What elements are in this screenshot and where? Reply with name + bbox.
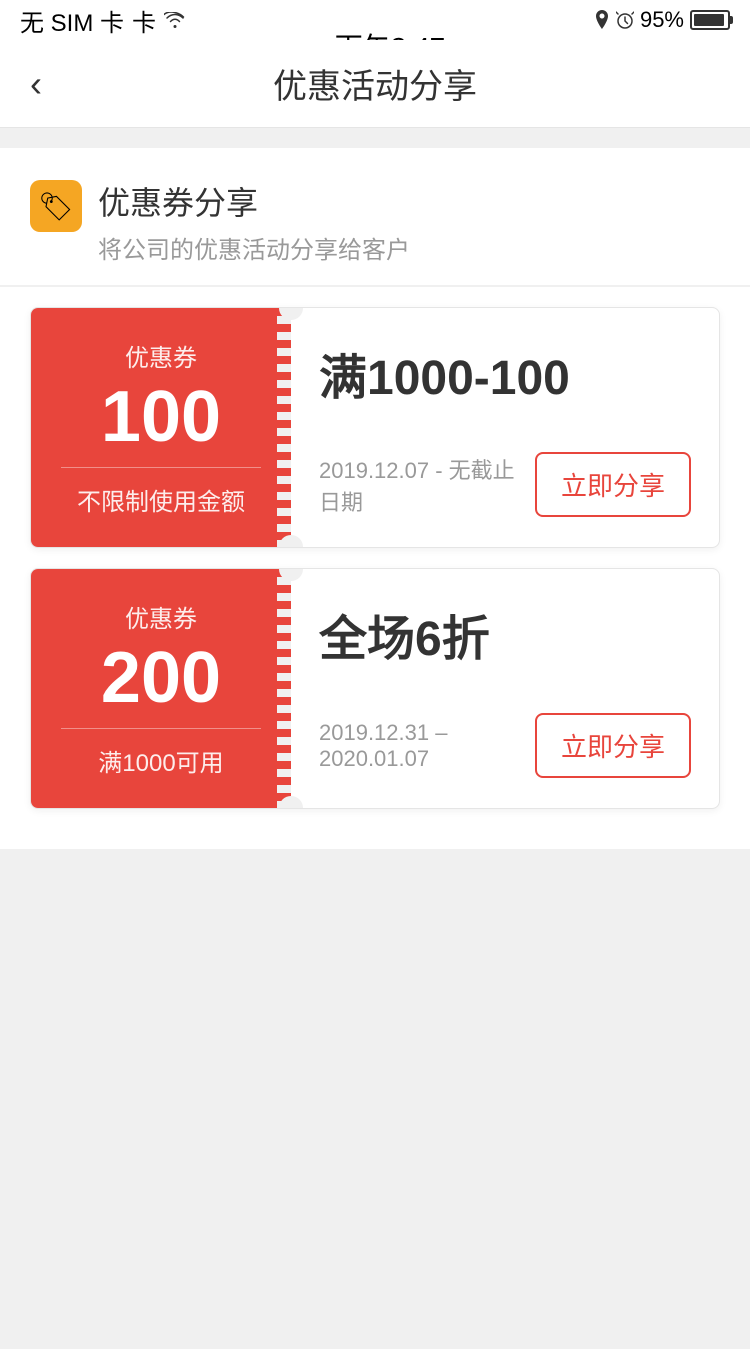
- battery-percent: 95%: [640, 7, 684, 33]
- coupon-footer-2: 2019.12.31 – 2020.01.07 立即分享: [319, 713, 691, 778]
- status-right: 95%: [594, 7, 730, 33]
- status-bar: 无 SIM 卡 卡 下午3:47 95%: [0, 0, 750, 40]
- location-icon: [594, 10, 610, 30]
- sim-icon: 卡: [132, 3, 156, 38]
- coupon-condition-1: 不限制使用金额: [77, 482, 245, 517]
- coupon-right-1: 满1000-100 2019.12.07 - 无截止日期 立即分享: [291, 308, 719, 547]
- section-title: 优惠券分享: [98, 178, 410, 224]
- bottom-area: [0, 849, 750, 1349]
- coupon-right-2: 全场6折 2019.12.31 – 2020.01.07 立即分享: [291, 569, 719, 808]
- coupon-label-1: 优惠券: [125, 338, 197, 373]
- coupon-date-1: 2019.12.07 - 无截止日期: [319, 453, 535, 517]
- coupon-zigzag-1: [277, 308, 291, 547]
- section-icon-symbol: 🏷: [38, 190, 74, 223]
- share-button-2[interactable]: 立即分享: [535, 713, 691, 778]
- back-button[interactable]: ‹: [30, 63, 42, 105]
- coupon-left-1: 优惠券 100 不限制使用金额: [31, 308, 291, 547]
- status-left: 无 SIM 卡 卡: [20, 3, 186, 38]
- coupon-card-1: 优惠券 100 不限制使用金额 满1000-100 2019.12.07 - 无…: [30, 307, 720, 548]
- coupon-date-2: 2019.12.31 – 2020.01.07: [319, 720, 535, 772]
- carrier-text: 无 SIM 卡: [20, 3, 124, 38]
- coupon-footer-1: 2019.12.07 - 无截止日期 立即分享: [319, 452, 691, 517]
- nav-bar: ‹ 优惠活动分享: [0, 40, 750, 128]
- section-icon: 🏷: [30, 180, 82, 232]
- alarm-icon: [616, 10, 634, 30]
- wifi-icon: [164, 12, 186, 28]
- coupon-card-2: 优惠券 200 满1000可用 全场6折 2019.12.31 – 2020.0…: [30, 568, 720, 809]
- coupon-title-1: 满1000-100: [319, 338, 691, 408]
- coupon-left-2: 优惠券 200 满1000可用: [31, 569, 291, 808]
- coupon-zigzag-2: [277, 569, 291, 808]
- section-header: 🏷 优惠券分享 将公司的优惠活动分享给客户: [0, 148, 750, 285]
- coupon-condition-2: 满1000可用: [98, 743, 223, 778]
- coupon-divider-2: [61, 728, 261, 729]
- coupon-amount-2: 200: [101, 642, 221, 714]
- coupon-label-2: 优惠券: [125, 599, 197, 634]
- section-text: 优惠券分享 将公司的优惠活动分享给客户: [98, 178, 410, 265]
- coupon-divider-1: [61, 467, 261, 468]
- coupon-amount-1: 100: [101, 381, 221, 453]
- coupon-list: 优惠券 100 不限制使用金额 满1000-100 2019.12.07 - 无…: [0, 287, 750, 849]
- section-subtitle: 将公司的优惠活动分享给客户: [98, 230, 410, 265]
- battery-icon: [690, 10, 730, 30]
- share-button-1[interactable]: 立即分享: [535, 452, 691, 517]
- page-title: 优惠活动分享: [273, 59, 477, 108]
- coupon-title-2: 全场6折: [319, 599, 691, 669]
